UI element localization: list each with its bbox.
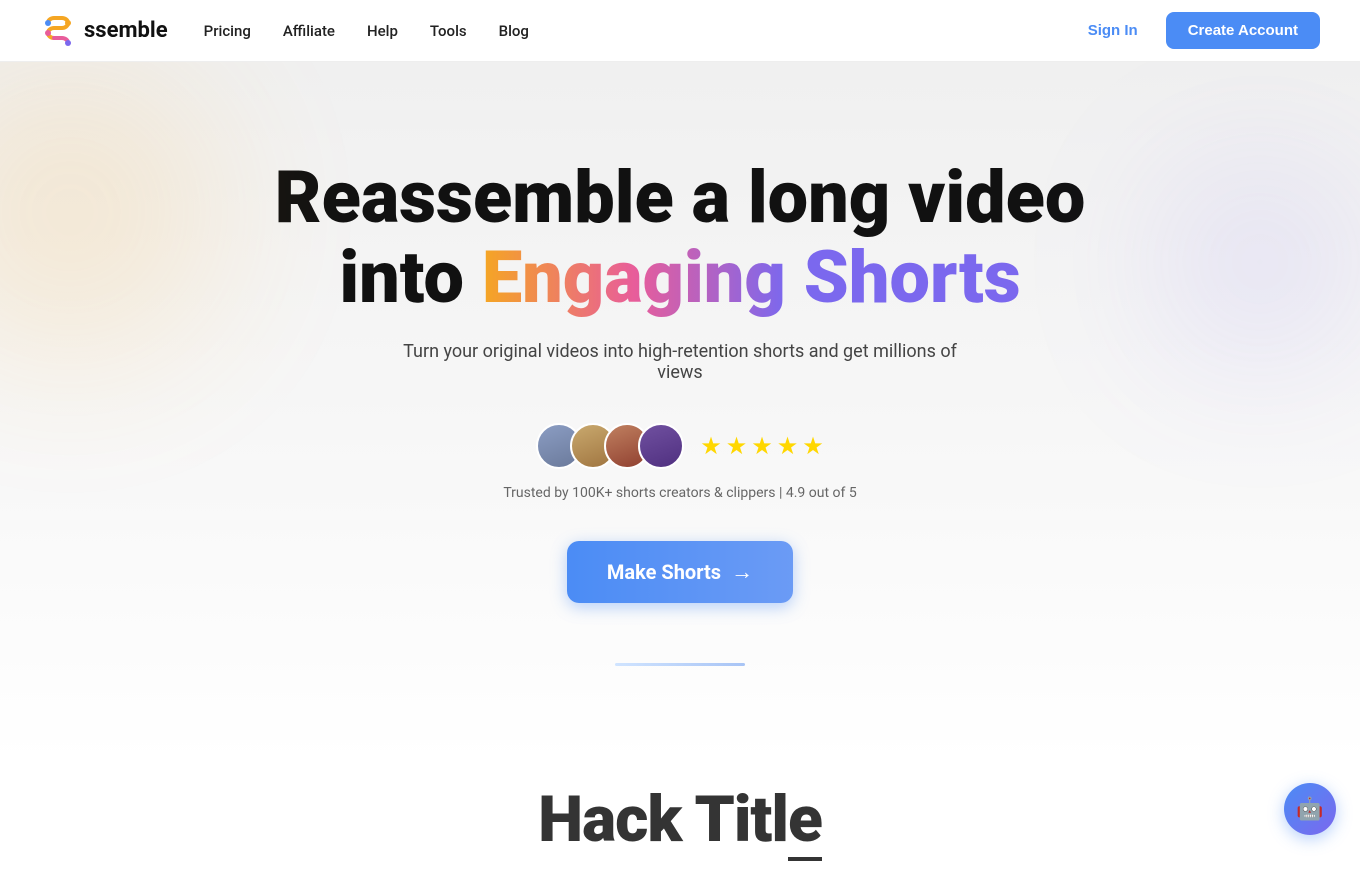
navbar-right: Sign In Create Account	[1076, 12, 1320, 49]
star-2: ★	[726, 432, 748, 460]
hero-subtext: Turn your original videos into high-rete…	[380, 341, 980, 383]
chatbot-button[interactable]: 🤖	[1284, 783, 1336, 835]
bg-blob-1	[0, 62, 220, 362]
bg-blob-2	[1160, 162, 1360, 362]
nav-tools[interactable]: Tools	[430, 22, 467, 40]
social-proof: ★ ★ ★ ★ ★	[536, 423, 824, 469]
nav-affiliate[interactable]: Affiliate	[283, 22, 335, 40]
headline-part2: into	[339, 235, 464, 320]
avatar-group	[536, 423, 684, 469]
avatar-4	[638, 423, 684, 469]
navbar: ssemble Pricing Affiliate Help Tools Blo…	[0, 0, 1360, 62]
nav-help[interactable]: Help	[367, 22, 398, 40]
hero-divider	[615, 663, 745, 666]
cta-label: Make Shorts	[607, 560, 721, 584]
star-1: ★	[700, 432, 722, 460]
hack-title-preview: Hack Title	[40, 782, 1320, 857]
star-rating: ★ ★ ★ ★ ★	[700, 432, 824, 460]
hero-headline: Reassemble a long video into Engaging Sh…	[275, 158, 1086, 316]
brand-name: ssemble	[84, 18, 168, 43]
nav-links: Pricing Affiliate Help Tools Blog	[204, 21, 529, 40]
cta-arrow-icon: →	[731, 559, 753, 585]
navbar-left: ssemble Pricing Affiliate Help Tools Blo…	[40, 13, 529, 49]
hero-section: Reassemble a long video into Engaging Sh…	[0, 62, 1360, 762]
headline-shorts: Shorts	[804, 235, 1021, 320]
chatbot-icon: 🤖	[1296, 796, 1323, 822]
avatar-face-4	[640, 425, 682, 467]
nav-pricing[interactable]: Pricing	[204, 22, 251, 40]
logo-icon	[40, 13, 76, 49]
below-fold: Hack Title	[0, 762, 1360, 877]
star-3: ★	[751, 432, 773, 460]
headline-part1: Reassemble a long video	[275, 155, 1086, 240]
headline-engaging: Engaging	[482, 235, 786, 320]
trusted-text: Trusted by 100K+ shorts creators & clipp…	[503, 485, 856, 501]
make-shorts-button[interactable]: Make Shorts →	[567, 541, 793, 603]
star-5: ★	[802, 432, 824, 460]
star-4: ★	[777, 432, 799, 460]
nav-blog[interactable]: Blog	[499, 22, 529, 40]
logo[interactable]: ssemble	[40, 13, 168, 49]
sign-in-button[interactable]: Sign In	[1076, 14, 1150, 47]
create-account-button[interactable]: Create Account	[1166, 12, 1320, 49]
